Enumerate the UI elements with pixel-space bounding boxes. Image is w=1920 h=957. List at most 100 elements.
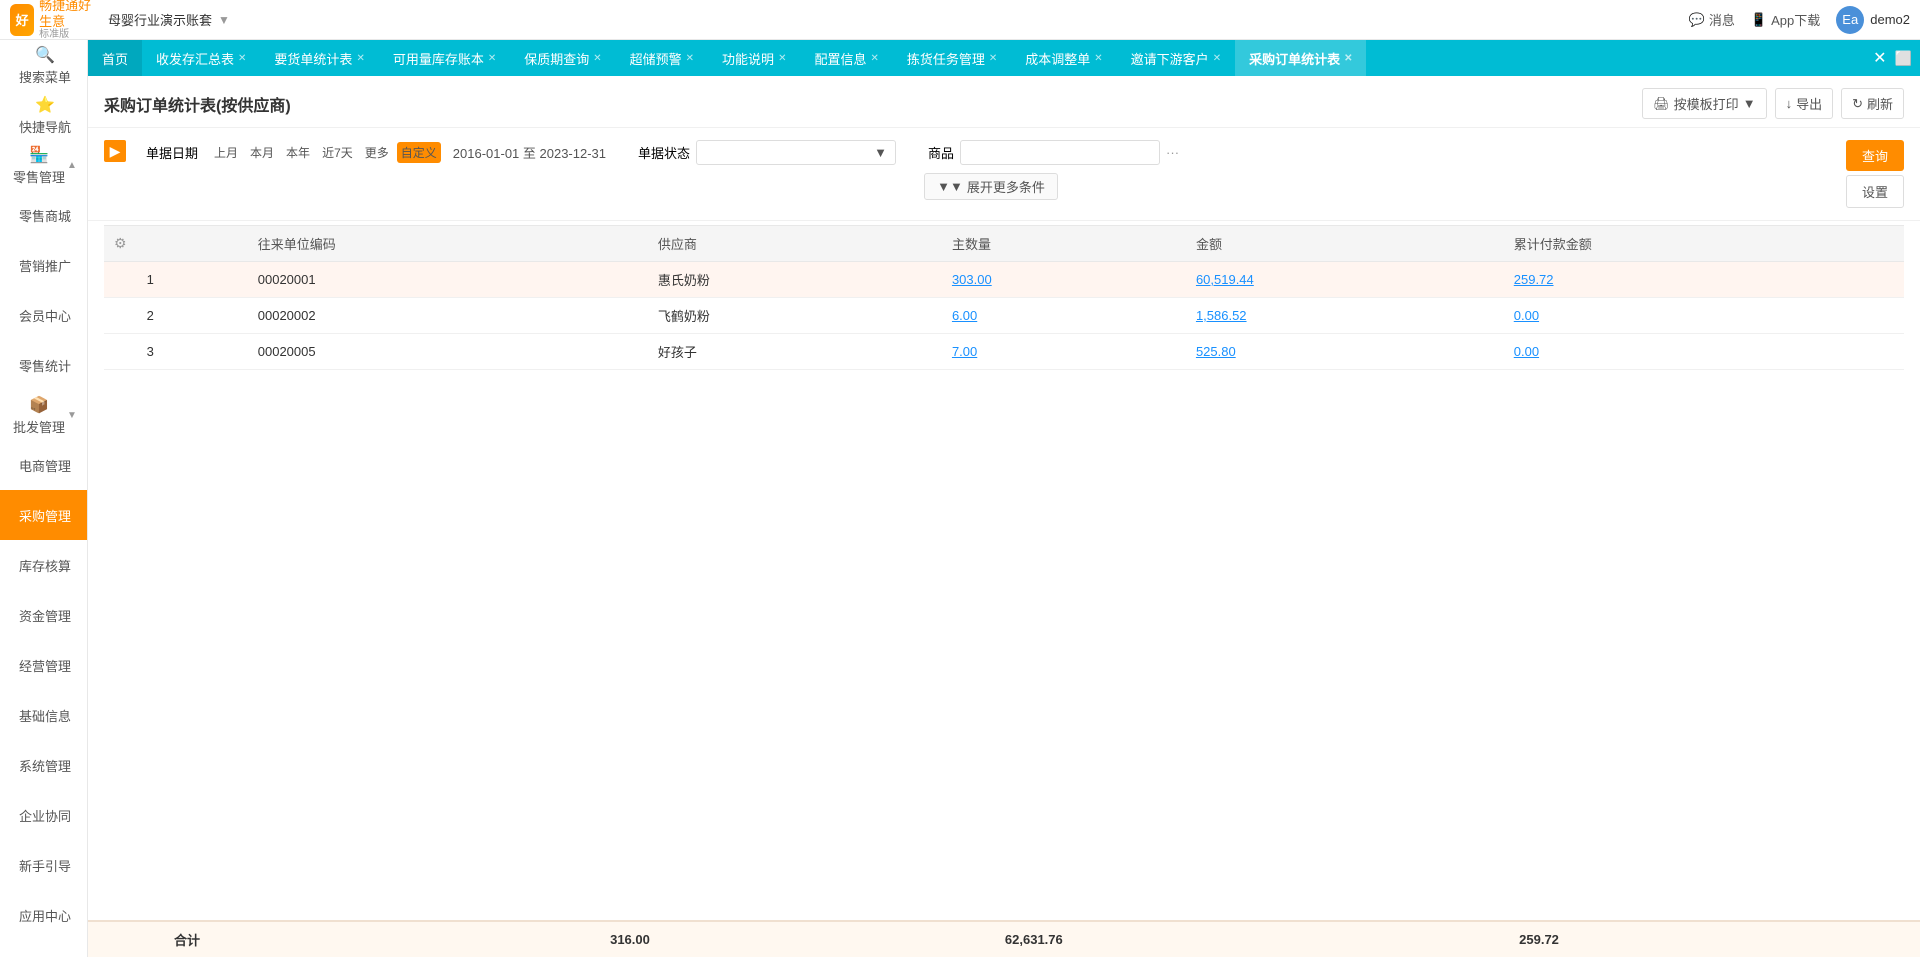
nav-close-expiry[interactable]: ✕ <box>593 53 601 64</box>
nav-close-goods[interactable]: ✕ <box>356 53 364 64</box>
col-paid-header: 累计付款金额 <box>1504 226 1904 262</box>
nav-home[interactable]: 首页 <box>88 40 142 76</box>
sidebar-item-member[interactable]: 会员中心 <box>0 290 87 340</box>
workspace-selector[interactable]: 母婴行业演示账套 ▼ <box>108 10 1679 29</box>
col-settings-icon[interactable]: ⚙ <box>114 235 127 251</box>
export-btn[interactable]: ↓ 导出 <box>1775 88 1834 119</box>
header-actions: 🖨 按模板打印 ▼ ↓ 导出 ↻ 刷新 <box>1642 88 1904 119</box>
row1-supplier: 惠氏奶粉 <box>648 262 942 298</box>
nav-label-cost: 成本调整单 <box>1025 49 1090 68</box>
sidebar-item-retail[interactable]: 🏪 零售管理 ▲ <box>0 140 87 190</box>
row3-no: 3 <box>137 334 248 370</box>
sidebar-item-search[interactable]: 🔍 搜索菜单 <box>0 40 87 90</box>
app-download-btn[interactable]: 📱 App下载 <box>1751 10 1820 29</box>
print-icon: 🖨 <box>1653 96 1670 112</box>
sidebar-item-appcenter[interactable]: 应用中心 <box>0 890 87 940</box>
sidebar-item-purchase[interactable]: 采购管理 <box>0 490 87 540</box>
messages-btn[interactable]: 💬 消息 <box>1689 10 1735 29</box>
sidebar-label-shortcut: 快捷导航 <box>19 117 71 136</box>
date-more[interactable]: 更多 <box>361 142 393 163</box>
filter-toggle-btn[interactable]: ▶ <box>104 140 126 162</box>
enterprise-label: 企业协同 <box>19 806 71 825</box>
workspace-chevron: ▼ <box>218 13 230 27</box>
nav-close-function[interactable]: ✕ <box>778 53 786 64</box>
appcenter-label: 应用中心 <box>19 906 71 925</box>
sidebar-item-enterprise[interactable]: 企业协同 <box>0 790 87 840</box>
sidebar-item-inventory[interactable]: 库存核算 <box>0 540 87 590</box>
row3-amount: 525.80 <box>1186 334 1504 370</box>
nav-close-cost[interactable]: ✕ <box>1094 53 1102 64</box>
search-btn[interactable]: 查询 <box>1846 140 1904 171</box>
sidebar-item-system[interactable]: 系统管理 <box>0 740 87 790</box>
nav-close-overstock[interactable]: ✕ <box>686 53 694 64</box>
nav-pick-task[interactable]: 拣货任务管理 ✕ <box>893 40 1011 76</box>
date-this-year[interactable]: 本年 <box>282 142 314 163</box>
main-layout: 🔍 搜索菜单 ⭐ 快捷导航 🏪 零售管理 ▲ 零售商城 营销推广 会员中心 零售… <box>0 40 1920 957</box>
print-template-btn[interactable]: 🖨 按模板打印 ▼ <box>1642 88 1766 119</box>
settings-btn[interactable]: 设置 <box>1846 175 1904 208</box>
row3-settings <box>104 334 137 370</box>
nav-close-available[interactable]: ✕ <box>488 53 496 64</box>
workspace-name: 母婴行业演示账套 <box>108 10 212 29</box>
print-chevron: ▼ <box>1743 96 1756 111</box>
expand-more-btn[interactable]: ▼▼ 展开更多条件 <box>924 173 1058 200</box>
date-7days[interactable]: 近7天 <box>318 142 357 163</box>
sidebar-item-newguide[interactable]: 新手引导 <box>0 840 87 890</box>
sidebar-item-basic[interactable]: 基础信息 <box>0 690 87 740</box>
nav-goods-summary[interactable]: 要货单统计表 ✕ <box>260 40 378 76</box>
sidebar-item-retail-shop[interactable]: 零售商城 <box>0 190 87 240</box>
sidebar-item-wechat[interactable]: 企业微信 <box>0 940 87 957</box>
nav-close-invite[interactable]: ✕ <box>1213 53 1221 64</box>
sidebar-item-finance[interactable]: 资金管理 <box>0 590 87 640</box>
content-area: 首页 收发存汇总表 ✕ 要货单统计表 ✕ 可用量库存账本 ✕ 保质期查询 ✕ 超… <box>88 40 1920 957</box>
goods-more-icon[interactable]: ··· <box>1166 145 1179 160</box>
nav-purchase-summary[interactable]: 采购订单统计表 ✕ <box>1235 40 1366 76</box>
goods-input[interactable] <box>960 140 1160 165</box>
nav-close-window[interactable]: ✕ <box>1873 48 1886 68</box>
status-select[interactable]: ▼ <box>696 140 896 165</box>
nav-cost-adjust[interactable]: 成本调整单 ✕ <box>1011 40 1116 76</box>
message-icon: 💬 <box>1689 12 1705 28</box>
nav-label-config: 配置信息 <box>814 49 866 68</box>
sidebar-item-marketing[interactable]: 营销推广 <box>0 240 87 290</box>
nav-overstock[interactable]: 超储预警 ✕ <box>616 40 708 76</box>
username-label: demo2 <box>1870 12 1910 27</box>
date-this-month[interactable]: 本月 <box>246 142 278 163</box>
finance-label: 资金管理 <box>19 606 71 625</box>
col-settings: ⚙ <box>104 226 137 262</box>
nav-invite[interactable]: 邀请下游客户 ✕ <box>1117 40 1235 76</box>
row3-code: 00020005 <box>248 334 648 370</box>
nav-expiry[interactable]: 保质期查询 ✕ <box>510 40 615 76</box>
summary-paid: 259.72 <box>1509 922 1904 957</box>
filter-area: ▶ 单据日期 上月 本月 本年 近7天 更多 自定义 <box>88 128 1920 221</box>
user-area[interactable]: Ea demo2 <box>1836 6 1910 34</box>
summary-no-cell <box>134 922 164 957</box>
date-range-value: 2016-01-01 至 2023-12-31 <box>453 143 606 162</box>
avatar: Ea <box>1836 6 1864 34</box>
nav-config[interactable]: 配置信息 ✕ <box>800 40 892 76</box>
table-row: 3 00020005 好孩子 7.00 525.80 0.00 <box>104 334 1904 370</box>
date-quick-buttons: 上月 本月 本年 近7天 更多 自定义 <box>210 142 441 163</box>
nav-available-stock[interactable]: 可用量库存账本 ✕ <box>379 40 510 76</box>
retail-stat-label: 零售统计 <box>19 356 71 375</box>
nav-close-pick[interactable]: ✕ <box>989 53 997 64</box>
page-title: 采购订单统计表(按供应商) <box>104 92 291 116</box>
sidebar-item-ecommerce[interactable]: 电商管理 <box>0 440 87 490</box>
nav-function[interactable]: 功能说明 ✕ <box>708 40 800 76</box>
nav-receive-summary[interactable]: 收发存汇总表 ✕ <box>142 40 260 76</box>
refresh-btn[interactable]: ↻ 刷新 <box>1841 88 1904 119</box>
filter-row-main: ▶ 单据日期 上月 本月 本年 近7天 更多 自定义 <box>104 140 1904 208</box>
custom-badge: 自定义 <box>397 142 441 163</box>
date-last-month[interactable]: 上月 <box>210 142 242 163</box>
nav-close-receive[interactable]: ✕ <box>238 53 246 64</box>
nav-maximize[interactable]: ⬜ <box>1895 50 1912 67</box>
nav-close-config[interactable]: ✕ <box>870 53 878 64</box>
sidebar-item-operations[interactable]: 经营管理 <box>0 640 87 690</box>
sidebar-item-retail-stat[interactable]: 零售统计 <box>0 340 87 390</box>
nav-close-purchase-summary[interactable]: ✕ <box>1344 53 1352 64</box>
sidebar-item-shortcut[interactable]: ⭐ 快捷导航 <box>0 90 87 140</box>
col-supplier-header: 供应商 <box>648 226 942 262</box>
ecommerce-label: 电商管理 <box>19 456 71 475</box>
row3-quantity: 7.00 <box>942 334 1186 370</box>
sidebar-item-wholesale[interactable]: 📦 批发管理 ▼ <box>0 390 87 440</box>
